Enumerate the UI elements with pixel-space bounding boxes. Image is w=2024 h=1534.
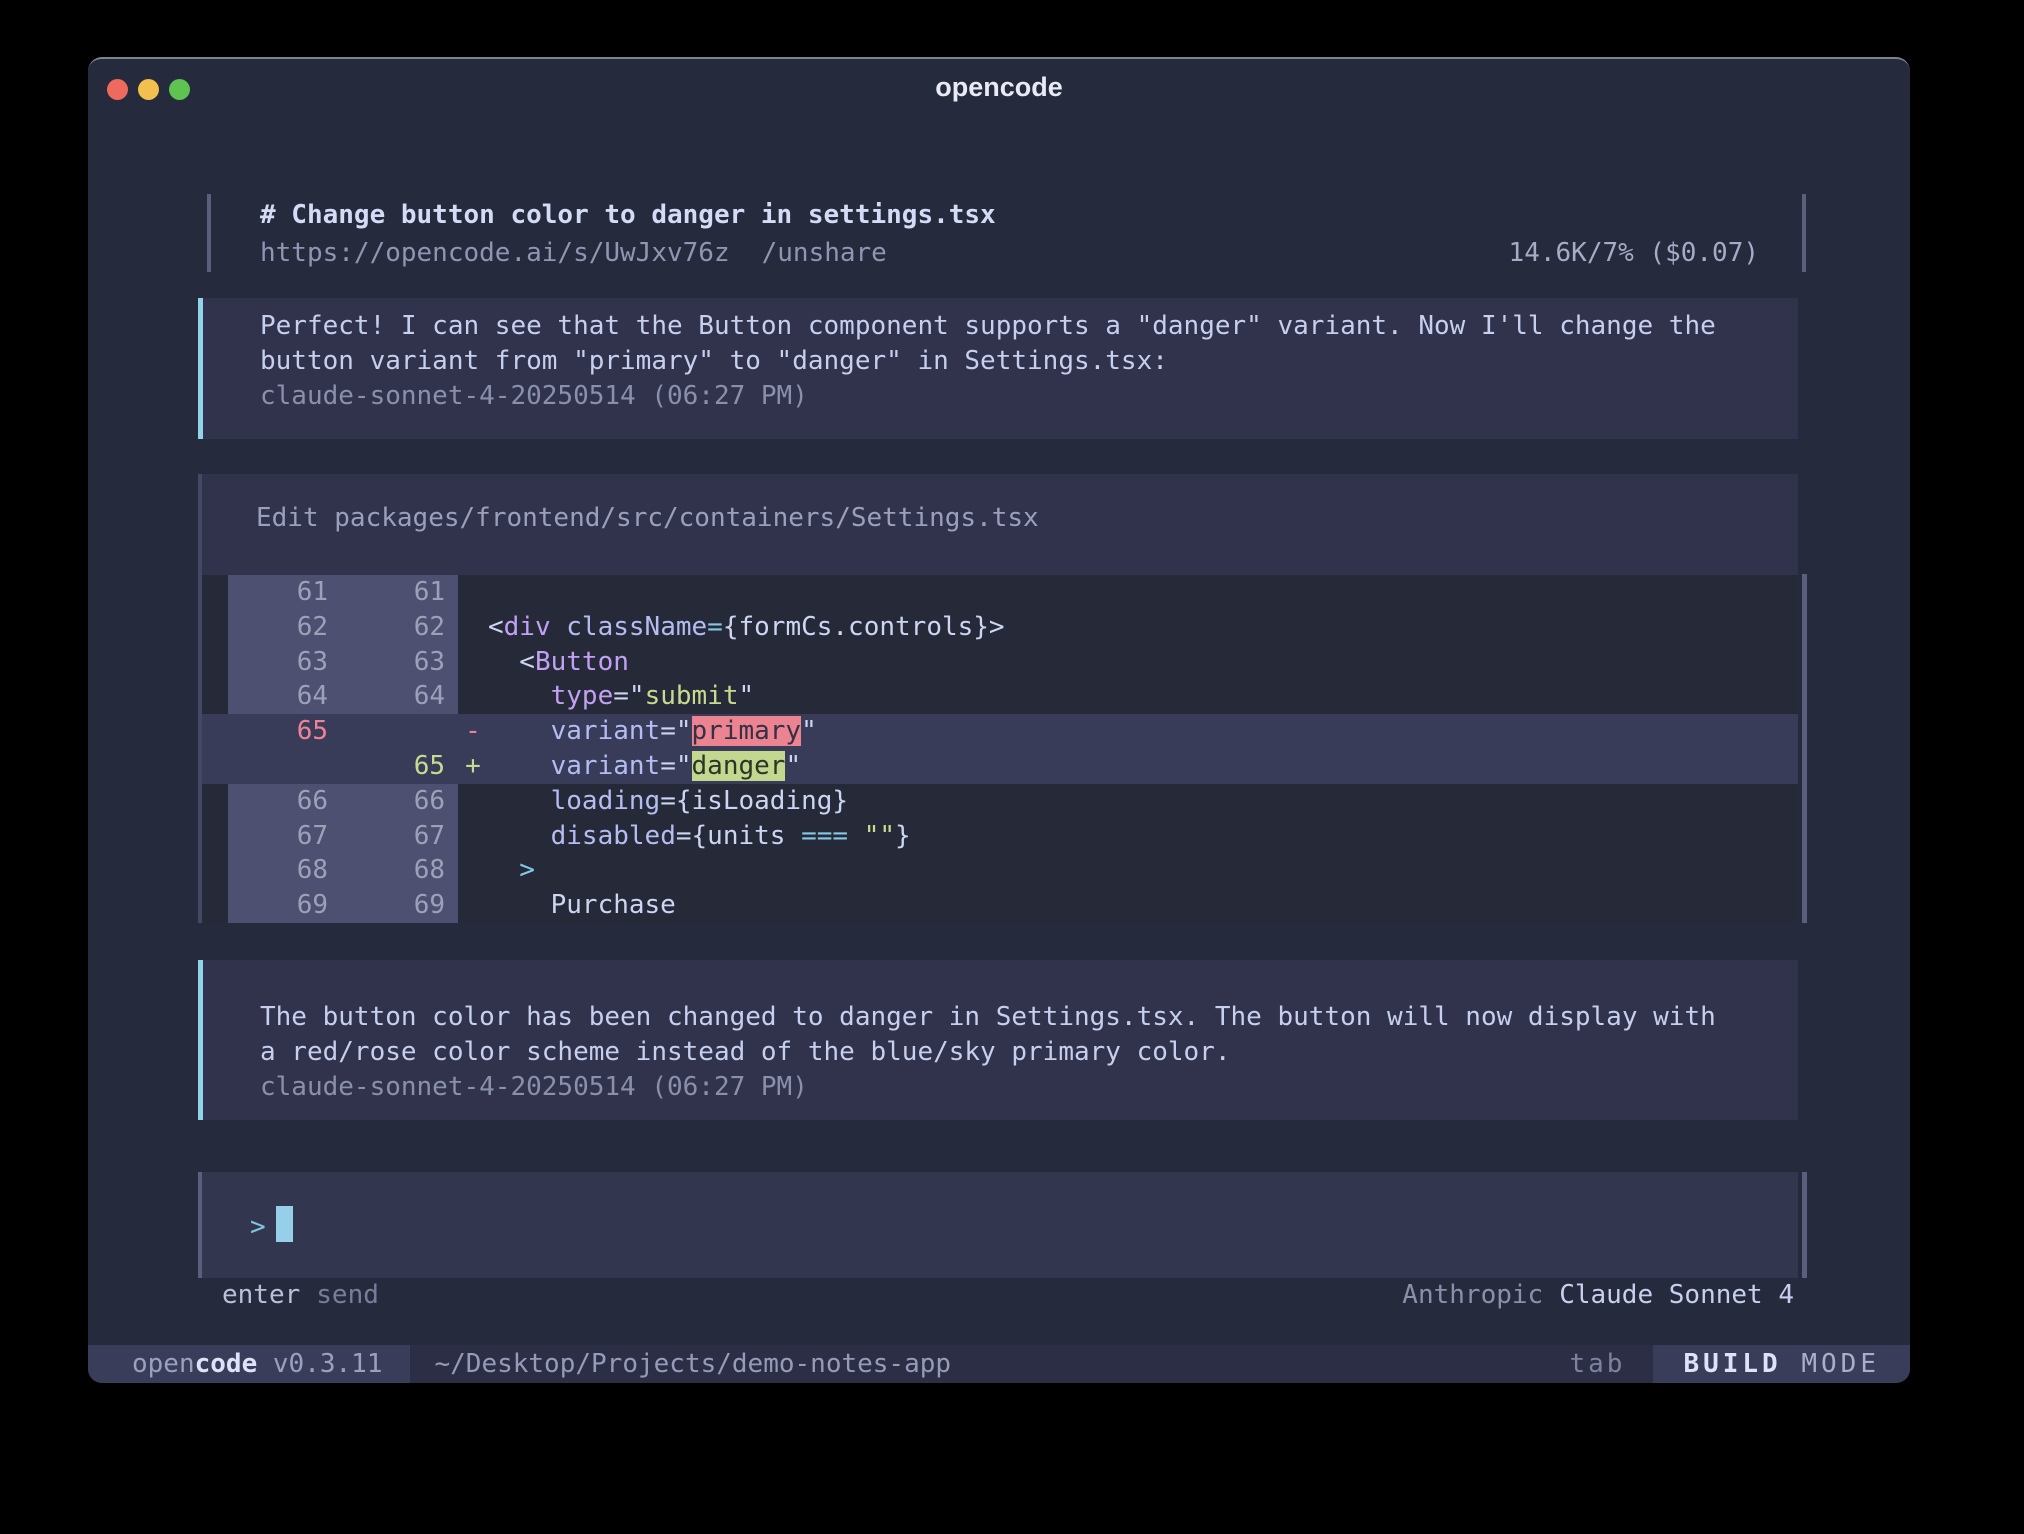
new-line-number: 66 [358,784,458,819]
code-line: variant="danger" [488,749,801,784]
diff-row: 6363 <Button [202,645,1798,680]
mode-indicator: BUILD MODE [1653,1345,1910,1383]
new-line-number: 68 [358,853,458,888]
diff-marker: - [458,714,488,749]
zoom-button[interactable] [169,79,190,100]
code-line: > [488,853,535,888]
code-line: type="submit" [488,679,754,714]
new-line-number: 64 [358,679,458,714]
old-line-number: 63 [228,645,358,680]
diff-row: 6262 <div className={formCs.controls}> [202,610,1798,645]
app-name-code: code [195,1349,258,1379]
input-right-bar [1802,1172,1807,1278]
diff-row: 65+ variant="danger" [202,749,1798,784]
message-meta: claude-sonnet-4-20250514 (06:27 PM) [260,379,1798,414]
enter-key-hint: enter [222,1280,300,1310]
app-name-open: open [132,1349,195,1379]
working-directory: ~/Desktop/Projects/demo-notes-app [410,1345,951,1383]
tool-file-path: packages/frontend/src/containers/Setting… [334,503,1038,533]
diff-marker [458,610,488,645]
diff-row: 6969 Purchase [202,888,1798,923]
app-version-segment: opencode v0.3.11 [88,1345,410,1383]
model-name: Claude Sonnet 4 [1559,1280,1794,1310]
new-line-number: 63 [358,645,458,680]
diff-row: 6767 disabled={units === ""} [202,819,1798,854]
message-line: a red/rose color scheme instead of the b… [260,1035,1798,1070]
minimize-button[interactable] [138,79,159,100]
diff-row: 6868 > [202,853,1798,888]
send-action-hint: send [316,1280,379,1310]
message-text: The button color has been changed to dan… [260,1000,1798,1070]
new-line-number: 62 [358,610,458,645]
session-title: # Change button color to danger in setti… [260,196,1759,234]
code-line: disabled={units === ""} [488,819,911,854]
traffic-lights [107,79,190,100]
code-line: loading={isLoading} [488,784,848,819]
model-provider: Anthropic [1402,1280,1543,1310]
diff-marker: + [458,749,488,784]
code-line: <div className={formCs.controls}> [488,610,1005,645]
old-line-number: 68 [228,853,358,888]
close-button[interactable] [107,79,128,100]
window-title: opencode [88,59,1910,115]
old-line-number [228,749,358,784]
mode-label: MODE [1801,1349,1880,1379]
old-line-number: 67 [228,819,358,854]
code-line: Purchase [488,888,676,923]
diff-marker [458,575,488,610]
session-header: # Change button color to danger in setti… [207,194,1806,272]
diff-marker [458,888,488,923]
assistant-message: The button color has been changed to dan… [198,960,1798,1120]
old-line-number: 61 [228,575,358,610]
new-line-number: 65 [358,749,458,784]
edit-tool-block: Edit packages/frontend/src/containers/Se… [198,474,1798,923]
new-line-number: 61 [358,575,458,610]
old-line-number: 65 [228,714,358,749]
prompt-input[interactable]: > [198,1172,1798,1278]
diff-row: 6464 type="submit" [202,679,1798,714]
message-line: button variant from "primary" to "danger… [260,344,1798,379]
unshare-command[interactable]: /unshare [762,234,887,272]
message-line: Perfect! I can see that the Button compo… [260,309,1798,344]
new-line-number [358,714,458,749]
diff-marker [458,645,488,680]
diff-row: 6666 loading={isLoading} [202,784,1798,819]
new-line-number: 67 [358,819,458,854]
old-line-number: 66 [228,784,358,819]
old-line-number: 64 [228,679,358,714]
old-line-number: 69 [228,888,358,923]
share-url-link[interactable]: https://opencode.ai/s/UwJxv76z [260,234,730,272]
diff-scrollbar [1802,574,1807,923]
edit-tool-title: Edit packages/frontend/src/containers/Se… [202,474,1798,536]
app-version: v0.3.11 [273,1349,383,1379]
diff-row: 65 - variant="primary" [202,714,1798,749]
diff-row: 6161 [202,575,1798,610]
message-text: Perfect! I can see that the Button compo… [260,309,1798,379]
context-usage-indicator: 14.6K/7% ($0.07) [1509,234,1759,272]
message-meta: claude-sonnet-4-20250514 (06:27 PM) [260,1070,1798,1105]
status-bar: opencode v0.3.11 ~/Desktop/Projects/demo… [88,1345,1910,1383]
assistant-message: Perfect! I can see that the Button compo… [198,298,1798,439]
code-line: <Button [488,645,629,680]
prompt-chevron: > [250,1212,266,1242]
diff-marker [458,679,488,714]
diff-view: 61616262 <div className={formCs.controls}… [202,575,1798,923]
app-window: opencode # Change button color to danger… [88,57,1910,1383]
diff-marker [458,819,488,854]
text-cursor [276,1206,293,1242]
diff-marker [458,784,488,819]
tab-key-hint: tab [1569,1345,1653,1383]
window-titlebar: opencode [88,59,1910,117]
tool-action: Edit [256,503,319,533]
diff-marker [458,853,488,888]
mode-build: BUILD [1683,1349,1781,1379]
old-line-number: 62 [228,610,358,645]
new-line-number: 69 [358,888,458,923]
hints-row: enter send Anthropic Claude Sonnet 4 [222,1280,1794,1310]
message-line: The button color has been changed to dan… [260,1000,1798,1035]
code-line: variant="primary" [488,714,817,749]
